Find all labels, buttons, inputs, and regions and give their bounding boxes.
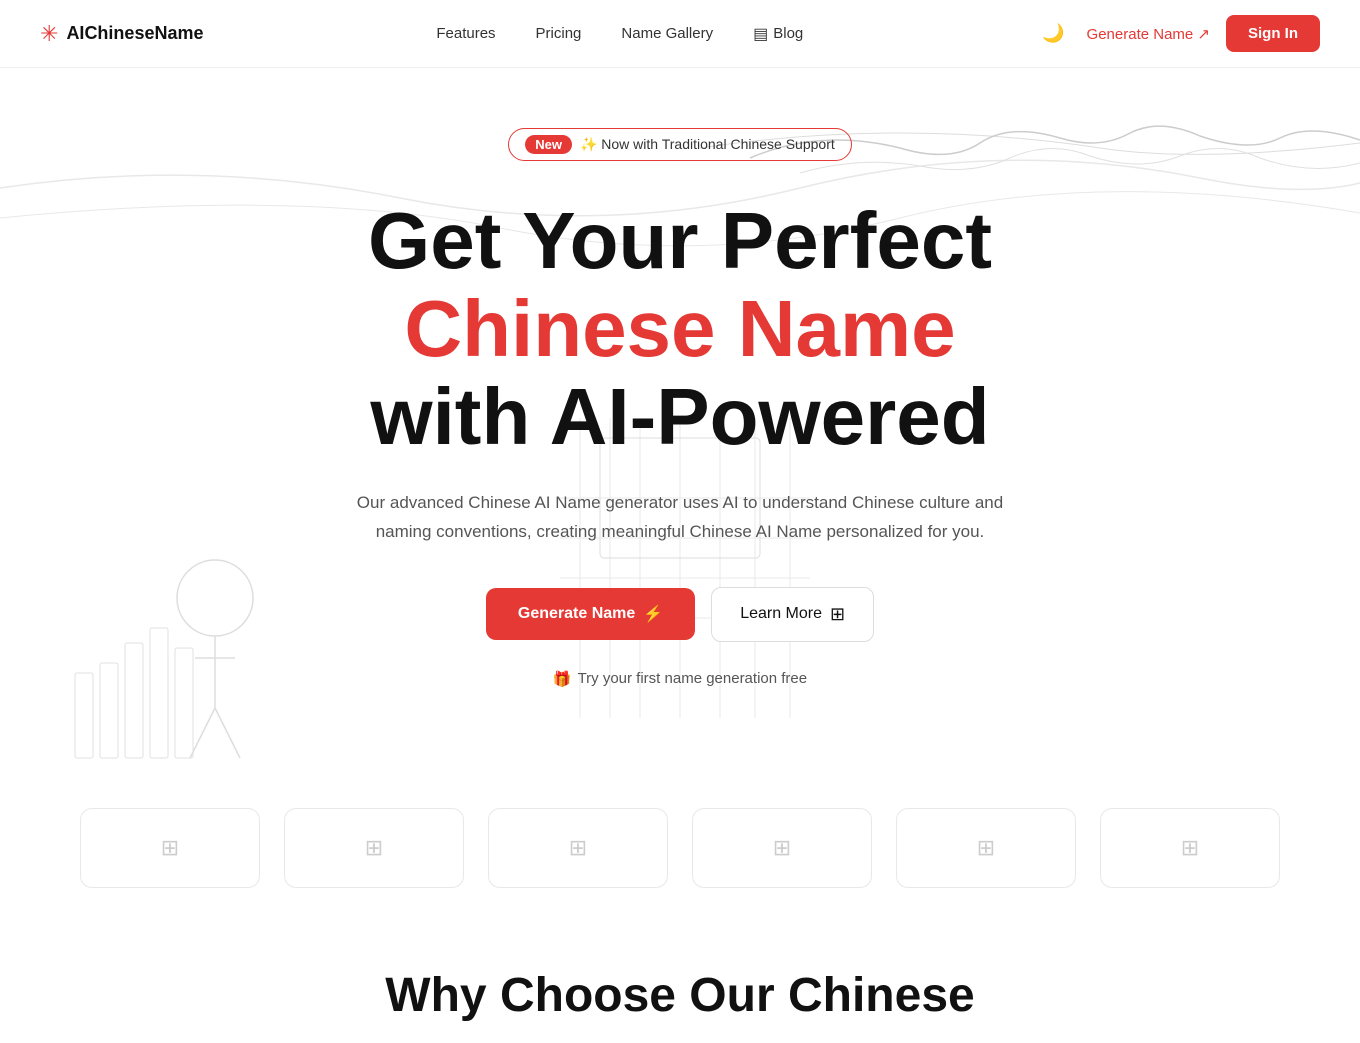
hero-subtitle: Our advanced Chinese AI Name generator u…: [340, 489, 1020, 547]
hero-title: Get Your Perfect Chinese Name with AI-Po…: [368, 197, 992, 461]
nav-blog[interactable]: ▤ Blog: [737, 16, 819, 52]
nav-features[interactable]: Features: [420, 17, 511, 50]
why-title: Why Choose Our Chinese: [40, 968, 1320, 1023]
nav-actions: 🌙 Generate Name ↗ Sign In: [1036, 15, 1320, 52]
badge-new-label: New: [525, 135, 572, 154]
generate-name-button[interactable]: Generate Name ⚡: [486, 588, 695, 640]
logo-icon: ✳: [40, 21, 58, 47]
navbar: ✳ AIChineseName Features Pricing Name Ga…: [0, 0, 1360, 68]
brand-name: AIChineseName: [66, 23, 203, 44]
card-item: ⊞: [488, 808, 668, 888]
card-strip: ⊞ ⊞ ⊞ ⊞ ⊞ ⊞: [0, 788, 1360, 908]
card-item: ⊞: [896, 808, 1076, 888]
nav-name-gallery[interactable]: Name Gallery: [605, 17, 729, 50]
layout-icon: ⊞: [830, 604, 845, 625]
card-item: ⊞: [692, 808, 872, 888]
hero-section: New ✨ Now with Traditional Chinese Suppo…: [0, 68, 1360, 788]
hero-content: New ✨ Now with Traditional Chinese Suppo…: [340, 128, 1020, 688]
nav-pricing[interactable]: Pricing: [520, 17, 598, 50]
lightning-icon: ⚡: [643, 604, 663, 624]
nav-links: Features Pricing Name Gallery ▤ Blog: [420, 16, 819, 52]
hero-title-line3: with AI-Powered: [368, 373, 992, 461]
announcement-badge: New ✨ Now with Traditional Chinese Suppo…: [508, 128, 852, 161]
card-item: ⊞: [284, 808, 464, 888]
badge-text: ✨ Now with Traditional Chinese Support: [580, 136, 835, 153]
card-item: ⊞: [1100, 808, 1280, 888]
cta-buttons: Generate Name ⚡ Learn More ⊞: [486, 587, 874, 642]
nav-generate-link[interactable]: Generate Name ↗: [1087, 25, 1210, 43]
gift-icon: 🎁: [553, 670, 572, 688]
card-item: ⊞: [80, 808, 260, 888]
free-trial-notice: 🎁 Try your first name generation free: [553, 670, 807, 688]
learn-more-button[interactable]: Learn More ⊞: [711, 587, 874, 642]
blog-icon: ▤: [753, 24, 768, 44]
theme-toggle-button[interactable]: 🌙: [1036, 17, 1070, 50]
signin-button[interactable]: Sign In: [1226, 15, 1320, 52]
why-section: Why Choose Our Chinese: [0, 908, 1360, 1043]
brand-logo[interactable]: ✳ AIChineseName: [40, 21, 204, 47]
hero-title-line2: Chinese Name: [368, 285, 992, 373]
hero-title-line1: Get Your Perfect: [368, 197, 992, 285]
